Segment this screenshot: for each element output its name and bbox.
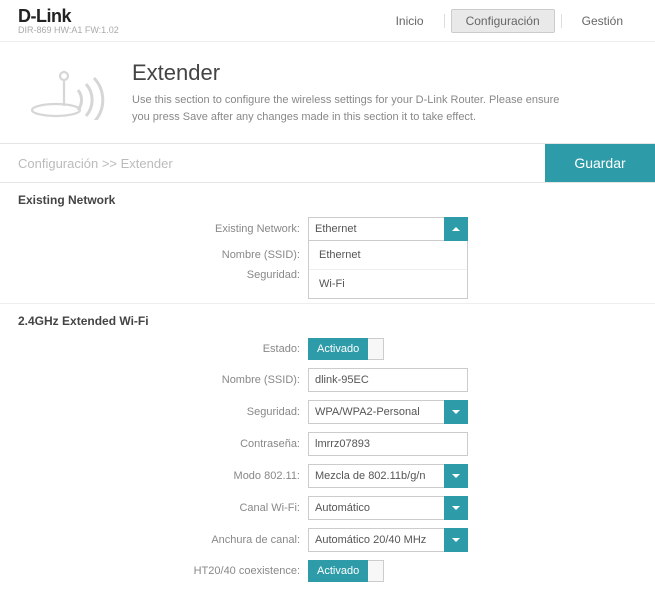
dropdown-option-wifi[interactable]: Wi-Fi	[309, 269, 467, 298]
existing-network-dropdown: Ethernet Wi-Fi	[308, 241, 468, 299]
mode80211-value[interactable]	[308, 464, 444, 488]
dropdown-option-ethernet[interactable]: Ethernet	[309, 241, 467, 269]
page-description: Use this section to configure the wirele…	[132, 92, 562, 125]
security-24-label: Seguridad:	[18, 406, 308, 418]
mode80211-label: Modo 802.11:	[18, 470, 308, 482]
chwidth-label: Anchura de canal:	[18, 534, 308, 546]
existing-network-select[interactable]	[308, 217, 468, 241]
nav-separator	[561, 14, 562, 28]
page-title: Extender	[132, 60, 562, 86]
security-label: Seguridad:	[18, 269, 308, 281]
section-24ghz-title: 2.4GHz Extended Wi-Fi	[18, 314, 637, 328]
existing-network-value[interactable]	[308, 217, 444, 241]
state-toggle[interactable]: Activado	[308, 338, 384, 360]
state-toggle-label: Activado	[308, 338, 368, 360]
nav-config[interactable]: Configuración	[451, 9, 555, 33]
security-24-select[interactable]	[308, 400, 468, 424]
ssid-24-input[interactable]	[308, 368, 468, 392]
extender-icon	[28, 60, 114, 125]
chevron-down-icon[interactable]	[444, 528, 468, 552]
breadcrumb: Configuración >> Extender	[0, 144, 545, 182]
model-label: DIR-869 HW:A1 FW:1.02	[18, 25, 119, 35]
chwidth-select[interactable]	[308, 528, 468, 552]
ht2040-toggle[interactable]: Activado	[308, 560, 384, 582]
mode80211-select[interactable]	[308, 464, 468, 488]
state-label: Estado:	[18, 343, 308, 355]
nav-home[interactable]: Inicio	[382, 10, 438, 32]
ht2040-label: HT20/40 coexistence:	[18, 565, 308, 577]
password-input[interactable]	[308, 432, 468, 456]
brand-logo: D-Link	[18, 6, 119, 27]
save-button[interactable]: Guardar	[545, 144, 655, 182]
nav-management[interactable]: Gestión	[568, 10, 637, 32]
chevron-down-icon[interactable]	[444, 400, 468, 424]
security-24-value[interactable]	[308, 400, 444, 424]
chevron-down-icon[interactable]	[444, 496, 468, 520]
ssid-24-label: Nombre (SSID):	[18, 374, 308, 386]
channel-select[interactable]	[308, 496, 468, 520]
password-label: Contraseña:	[18, 438, 308, 450]
chwidth-value[interactable]	[308, 528, 444, 552]
nav-separator	[444, 14, 445, 28]
chevron-up-icon[interactable]	[444, 217, 468, 241]
existing-network-label: Existing Network:	[18, 223, 308, 235]
chevron-down-icon[interactable]	[444, 464, 468, 488]
channel-value[interactable]	[308, 496, 444, 520]
toggle-handle[interactable]	[368, 560, 384, 582]
ssid-label: Nombre (SSID):	[18, 249, 308, 261]
section-existing-network-title: Existing Network	[18, 193, 637, 207]
ht2040-toggle-label: Activado	[308, 560, 368, 582]
channel-label: Canal Wi-Fi:	[18, 502, 308, 514]
toggle-handle[interactable]	[368, 338, 384, 360]
